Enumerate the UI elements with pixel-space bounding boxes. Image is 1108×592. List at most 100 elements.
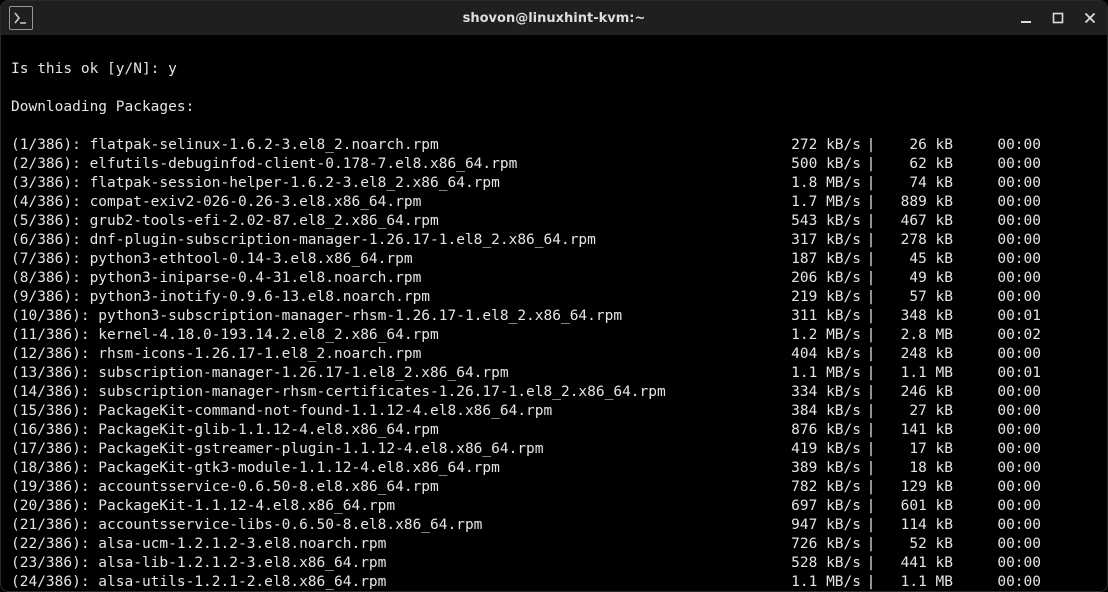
package-row: (2/386): elfutils-debuginfod-client-0.17… [11,155,1097,174]
package-size: 114 kB [881,516,953,535]
separator: | [861,288,881,307]
package-name: (13/386): subscription-manager-1.26.17-1… [11,364,771,383]
package-row: (5/386): grub2-tools-efi-2.02-87.el8_2.x… [11,212,1097,231]
package-time: 00:00 [991,440,1041,459]
separator: | [861,497,881,516]
package-time: 00:00 [991,421,1041,440]
separator: | [861,345,881,364]
package-row: (20/386): PackageKit-1.1.12-4.el8.x86_64… [11,497,1097,516]
package-row: (3/386): flatpak-session-helper-1.6.2-3.… [11,174,1097,193]
package-row: (21/386): accountsservice-libs-0.6.50-8.… [11,516,1097,535]
package-size: 27 kB [881,402,953,421]
package-rate: 543 kB/s [771,212,861,231]
separator: | [861,307,881,326]
package-size: 129 kB [881,478,953,497]
maximize-button[interactable] [1049,9,1067,27]
package-size: 2.8 MB [881,326,953,345]
package-row: (16/386): PackageKit-glib-1.1.12-4.el8.x… [11,421,1097,440]
package-rate: 1.1 MB/s [771,573,861,592]
package-time: 00:00 [991,478,1041,497]
separator: | [861,402,881,421]
package-time: 00:00 [991,497,1041,516]
package-name: (5/386): grub2-tools-efi-2.02-87.el8_2.x… [11,212,771,231]
separator: | [861,478,881,497]
package-name: (6/386): dnf-plugin-subscription-manager… [11,231,771,250]
package-name: (11/386): kernel-4.18.0-193.14.2.el8_2.x… [11,326,771,345]
minimize-button[interactable] [1017,9,1035,27]
package-time: 00:00 [991,345,1041,364]
package-name: (14/386): subscription-manager-rhsm-cert… [11,383,771,402]
terminal-body[interactable]: Is this ok [y/N]: y Downloading Packages… [1,35,1107,592]
package-row: (23/386): alsa-lib-1.2.1.2-3.el8.x86_64.… [11,554,1097,573]
package-time: 00:02 [991,326,1041,345]
separator: | [861,516,881,535]
package-time: 00:00 [991,174,1041,193]
package-name: (4/386): compat-exiv2-026-0.26-3.el8.x86… [11,193,771,212]
package-time: 00:00 [991,383,1041,402]
close-button[interactable] [1081,9,1099,27]
package-row: (12/386): rhsm-icons-1.26.17-1.el8_2.noa… [11,345,1097,364]
package-name: (21/386): accountsservice-libs-0.6.50-8.… [11,516,771,535]
package-name: (12/386): rhsm-icons-1.26.17-1.el8_2.noa… [11,345,771,364]
separator: | [861,231,881,250]
package-time: 00:00 [991,269,1041,288]
package-rate: 219 kB/s [771,288,861,307]
package-rate: 500 kB/s [771,155,861,174]
window-title: shovon@linuxhint-kvm:~ [1,11,1107,26]
package-rate: 726 kB/s [771,535,861,554]
package-name: (24/386): alsa-utils-1.2.1-2.el8.x86_64.… [11,573,771,592]
package-rate: 528 kB/s [771,554,861,573]
package-time: 00:00 [991,250,1041,269]
package-size: 141 kB [881,421,953,440]
package-size: 62 kB [881,155,953,174]
package-name: (19/386): accountsservice-0.6.50-8.el8.x… [11,478,771,497]
separator: | [861,250,881,269]
package-row: (4/386): compat-exiv2-026-0.26-3.el8.x86… [11,193,1097,212]
package-rate: 311 kB/s [771,307,861,326]
terminal-icon [9,6,33,30]
downloading-line: Downloading Packages: [11,98,1097,117]
package-rate: 947 kB/s [771,516,861,535]
package-row: (17/386): PackageKit-gstreamer-plugin-1.… [11,440,1097,459]
package-rate: 1.2 MB/s [771,326,861,345]
package-row: (13/386): subscription-manager-1.26.17-1… [11,364,1097,383]
package-time: 00:01 [991,364,1041,383]
package-name: (10/386): python3-subscription-manager-r… [11,307,771,326]
package-name: (18/386): PackageKit-gtk3-module-1.1.12-… [11,459,771,478]
package-row: (11/386): kernel-4.18.0-193.14.2.el8_2.x… [11,326,1097,345]
package-time: 00:00 [991,288,1041,307]
package-name: (1/386): flatpak-selinux-1.6.2-3.el8_2.n… [11,136,771,155]
package-name: (17/386): PackageKit-gstreamer-plugin-1.… [11,440,771,459]
package-rate: 1.1 MB/s [771,364,861,383]
package-rate: 187 kB/s [771,250,861,269]
package-row: (14/386): subscription-manager-rhsm-cert… [11,383,1097,402]
separator: | [861,421,881,440]
package-row: (8/386): python3-iniparse-0.4-31.el8.noa… [11,269,1097,288]
package-name: (16/386): PackageKit-glib-1.1.12-4.el8.x… [11,421,771,440]
package-rate: 272 kB/s [771,136,861,155]
package-rate: 782 kB/s [771,478,861,497]
package-size: 467 kB [881,212,953,231]
package-row: (6/386): dnf-plugin-subscription-manager… [11,231,1097,250]
package-rate: 317 kB/s [771,231,861,250]
package-size: 45 kB [881,250,953,269]
package-rate: 389 kB/s [771,459,861,478]
package-rate: 206 kB/s [771,269,861,288]
package-rate: 697 kB/s [771,497,861,516]
package-rate: 1.8 MB/s [771,174,861,193]
package-time: 00:00 [991,155,1041,174]
package-size: 1.1 MB [881,573,953,592]
package-size: 246 kB [881,383,953,402]
separator: | [861,174,881,193]
package-name: (7/386): python3-ethtool-0.14-3.el8.x86_… [11,250,771,269]
package-name: (8/386): python3-iniparse-0.4-31.el8.noa… [11,269,771,288]
separator: | [861,573,881,592]
package-name: (3/386): flatpak-session-helper-1.6.2-3.… [11,174,771,193]
package-time: 00:00 [991,136,1041,155]
package-name: (2/386): elfutils-debuginfod-client-0.17… [11,155,771,174]
package-row: (9/386): python3-inotify-0.9.6-13.el8.no… [11,288,1097,307]
package-size: 348 kB [881,307,953,326]
package-rate: 876 kB/s [771,421,861,440]
separator: | [861,326,881,345]
separator: | [861,136,881,155]
